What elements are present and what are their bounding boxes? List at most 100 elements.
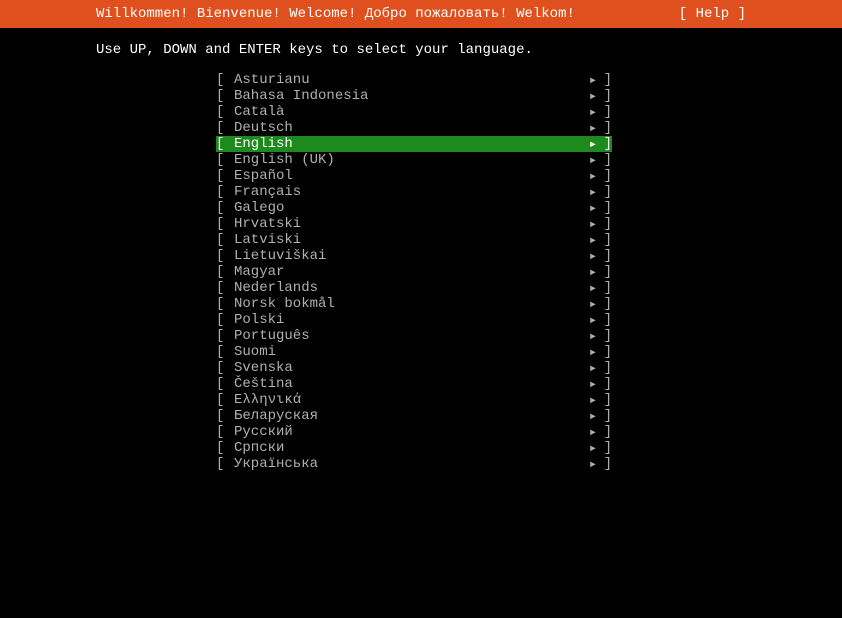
bracket-close: ] [602,248,612,264]
submenu-arrow-icon: ▸ [584,152,602,169]
bracket-open: [ [216,200,234,216]
language-option[interactable]: [Hrvatski▸] [216,216,612,232]
instruction-text: Use UP, DOWN and ENTER keys to select yo… [0,28,842,72]
language-option[interactable]: [English▸] [216,136,612,152]
header-title: Willkommen! Bienvenue! Welcome! Добро по… [0,6,575,22]
submenu-arrow-icon: ▸ [584,232,602,249]
language-label: English [234,136,584,152]
submenu-arrow-icon: ▸ [584,184,602,201]
submenu-arrow-icon: ▸ [584,248,602,265]
submenu-arrow-icon: ▸ [584,120,602,137]
submenu-arrow-icon: ▸ [584,104,602,121]
bracket-open: [ [216,136,234,152]
bracket-open: [ [216,184,234,200]
language-option[interactable]: [Suomi▸] [216,344,612,360]
bracket-open: [ [216,88,234,104]
bracket-close: ] [602,168,612,184]
help-button[interactable]: [ Help ] [679,6,842,22]
language-option[interactable]: [Galego▸] [216,200,612,216]
submenu-arrow-icon: ▸ [584,360,602,377]
bracket-open: [ [216,344,234,360]
bracket-close: ] [602,200,612,216]
bracket-close: ] [602,440,612,456]
submenu-arrow-icon: ▸ [584,440,602,457]
language-option[interactable]: [Português▸] [216,328,612,344]
language-label: Asturianu [234,72,584,88]
language-option[interactable]: [English (UK)▸] [216,152,612,168]
bracket-open: [ [216,360,234,376]
bracket-close: ] [602,120,612,136]
submenu-arrow-icon: ▸ [584,392,602,409]
language-label: Čeština [234,376,584,392]
bracket-open: [ [216,312,234,328]
language-option[interactable]: [Беларуская▸] [216,408,612,424]
bracket-close: ] [602,408,612,424]
submenu-arrow-icon: ▸ [584,456,602,473]
language-option[interactable]: [Svenska▸] [216,360,612,376]
language-label: Deutsch [234,120,584,136]
language-label: Català [234,104,584,120]
language-option[interactable]: [Norsk bokmål▸] [216,296,612,312]
submenu-arrow-icon: ▸ [584,312,602,329]
bracket-close: ] [602,136,612,152]
language-menu: [Asturianu▸][Bahasa Indonesia▸][Català▸]… [0,72,842,472]
language-label: Polski [234,312,584,328]
submenu-arrow-icon: ▸ [584,200,602,217]
bracket-open: [ [216,104,234,120]
bracket-open: [ [216,280,234,296]
submenu-arrow-icon: ▸ [584,424,602,441]
submenu-arrow-icon: ▸ [584,408,602,425]
language-label: Español [234,168,584,184]
language-label: Magyar [234,264,584,280]
language-label: Українська [234,456,584,472]
bracket-close: ] [602,296,612,312]
bracket-close: ] [602,264,612,280]
bracket-open: [ [216,168,234,184]
language-option[interactable]: [Español▸] [216,168,612,184]
language-option[interactable]: [Bahasa Indonesia▸] [216,88,612,104]
bracket-open: [ [216,392,234,408]
language-option[interactable]: [Українська▸] [216,456,612,472]
submenu-arrow-icon: ▸ [584,216,602,233]
language-option[interactable]: [Latviski▸] [216,232,612,248]
language-label: Русский [234,424,584,440]
language-label: Bahasa Indonesia [234,88,584,104]
bracket-close: ] [602,312,612,328]
language-option[interactable]: [Ελληνικά▸] [216,392,612,408]
language-option[interactable]: [Lietuviškai▸] [216,248,612,264]
language-label: English (UK) [234,152,584,168]
language-label: Svenska [234,360,584,376]
language-label: Nederlands [234,280,584,296]
header-bar: Willkommen! Bienvenue! Welcome! Добро по… [0,0,842,28]
language-label: Français [234,184,584,200]
language-label: Galego [234,200,584,216]
language-option[interactable]: [Русский▸] [216,424,612,440]
submenu-arrow-icon: ▸ [584,344,602,361]
bracket-open: [ [216,424,234,440]
bracket-open: [ [216,216,234,232]
language-option[interactable]: [Català▸] [216,104,612,120]
bracket-open: [ [216,328,234,344]
language-option[interactable]: [Deutsch▸] [216,120,612,136]
bracket-close: ] [602,280,612,296]
language-option[interactable]: [Magyar▸] [216,264,612,280]
language-label: Latviski [234,232,584,248]
submenu-arrow-icon: ▸ [584,168,602,185]
language-option[interactable]: [Polski▸] [216,312,612,328]
bracket-close: ] [602,216,612,232]
bracket-open: [ [216,120,234,136]
bracket-close: ] [602,184,612,200]
language-label: Беларуская [234,408,584,424]
language-label: Српски [234,440,584,456]
language-option[interactable]: [Српски▸] [216,440,612,456]
language-option[interactable]: [Čeština▸] [216,376,612,392]
language-option[interactable]: [Français▸] [216,184,612,200]
bracket-open: [ [216,408,234,424]
language-label: Ελληνικά [234,392,584,408]
bracket-close: ] [602,392,612,408]
language-option[interactable]: [Asturianu▸] [216,72,612,88]
bracket-open: [ [216,232,234,248]
submenu-arrow-icon: ▸ [584,72,602,89]
language-option[interactable]: [Nederlands▸] [216,280,612,296]
bracket-close: ] [602,344,612,360]
